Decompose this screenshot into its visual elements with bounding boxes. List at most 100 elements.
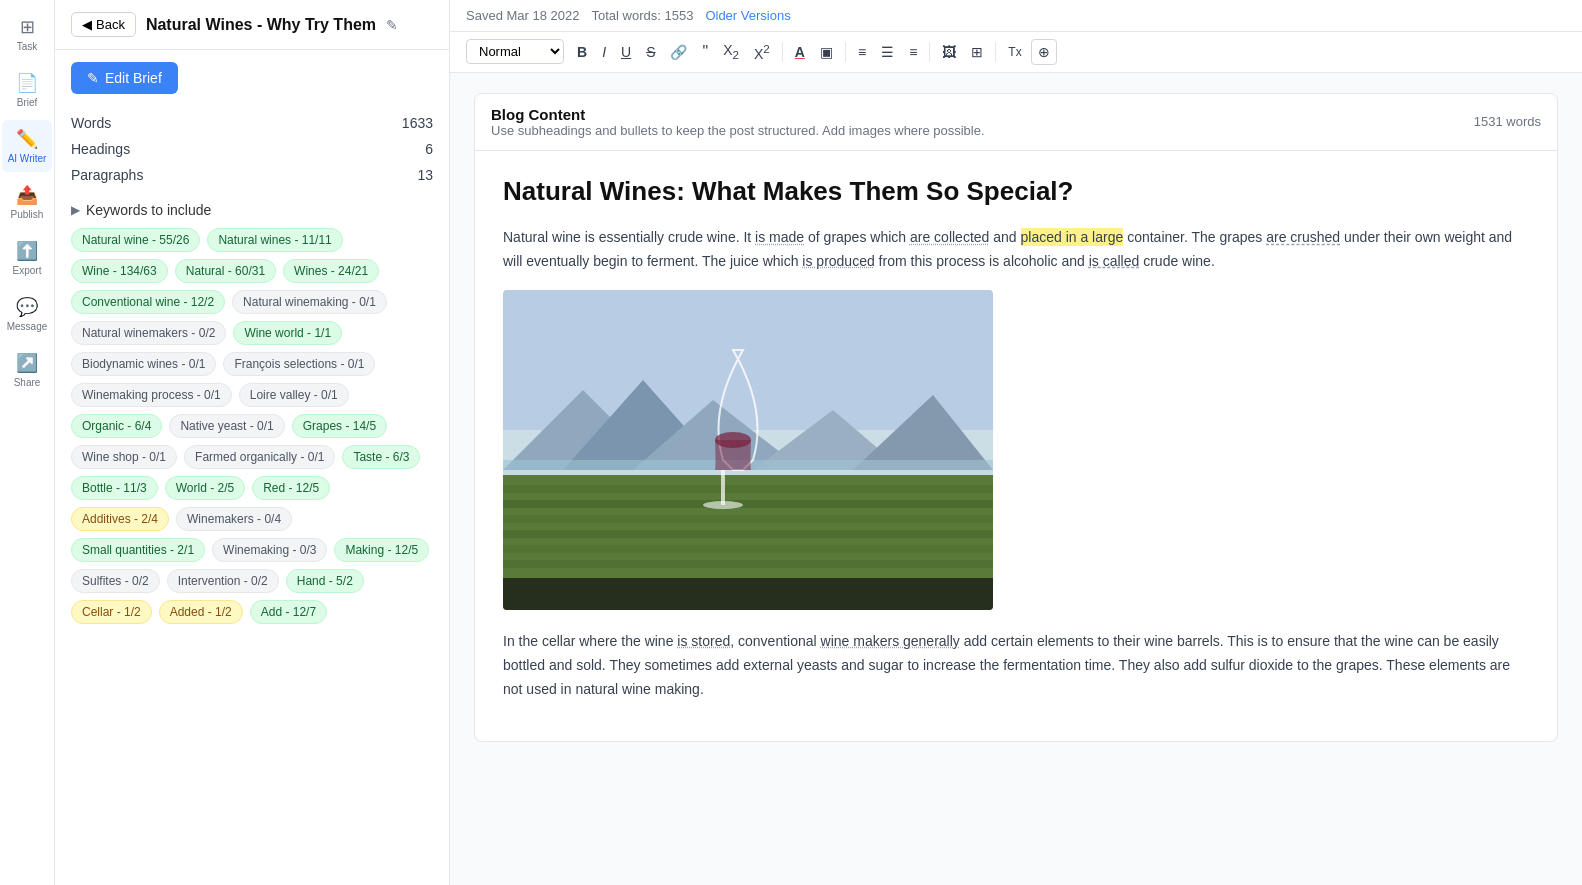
wine-makers-span: wine makers generally (821, 633, 960, 649)
keyword-tag: Added - 1/2 (159, 600, 243, 624)
keyword-tag: Red - 12/5 (252, 476, 330, 500)
saved-status: Saved Mar 18 2022 (466, 8, 579, 23)
format-select[interactable]: Normal Heading 1 Heading 2 Heading 3 (466, 39, 564, 64)
is-stored-span: is stored (677, 633, 730, 649)
keyword-tag: Taste - 6/3 (342, 445, 420, 469)
blog-word-count: 1531 words (1474, 114, 1541, 129)
keyword-tag: Natural winemakers - 0/2 (71, 321, 226, 345)
paragraphs-stat: Paragraphs 13 (71, 162, 433, 188)
older-versions-link[interactable]: Older Versions (705, 8, 790, 23)
keyword-tag: World - 2/5 (165, 476, 245, 500)
formatting-toolbar: Normal Heading 1 Heading 2 Heading 3 B I… (450, 32, 1582, 73)
align-button[interactable]: ≡ (903, 40, 923, 64)
blog-card-header: Blog Content Use subheadings and bullets… (475, 94, 1557, 151)
nav-task[interactable]: ⊞ Task (2, 8, 52, 60)
ordered-list-button[interactable]: ≡ (852, 40, 872, 64)
keyword-tag: Bottle - 11/3 (71, 476, 158, 500)
keyword-tag: Add - 12/7 (250, 600, 327, 624)
add-element-button[interactable]: ⊕ (1031, 39, 1057, 65)
nav-share[interactable]: ↗️ Share (2, 344, 52, 396)
unordered-list-button[interactable]: ☰ (875, 40, 900, 64)
svg-rect-10 (503, 500, 993, 508)
chevron-right-icon: ▶ (71, 203, 80, 217)
words-stat: Words 1633 (71, 110, 433, 136)
keyword-tag: Small quantities - 2/1 (71, 538, 205, 562)
strikethrough-button[interactable]: S (640, 40, 661, 64)
svg-rect-11 (503, 515, 993, 523)
keyword-tag: Natural winemaking - 0/1 (232, 290, 387, 314)
total-words-label: Total words: 1553 (591, 8, 693, 23)
publish-icon: 📤 (16, 184, 38, 206)
ai-writer-icon: ✏️ (16, 128, 38, 150)
keywords-grid: Natural wine - 55/26 Natural wines - 11/1… (71, 228, 433, 624)
toolbar-divider-4 (995, 42, 996, 62)
keywords-header[interactable]: ▶ Keywords to include (71, 202, 433, 218)
svg-rect-16 (721, 470, 725, 505)
placed-highlight-span: placed in a large (1021, 228, 1124, 246)
keyword-tag: Additives - 2/4 (71, 507, 169, 531)
export-icon: ⬆️ (16, 240, 38, 262)
quote-button[interactable]: " (696, 39, 714, 65)
keyword-tag: Natural wine - 55/26 (71, 228, 200, 252)
blog-card-hint: Use subheadings and bullets to keep the … (491, 123, 985, 138)
sidebar: ◀ Back Natural Wines - Why Try Them ✎ ✎ … (55, 0, 450, 885)
are-crushed-span: are crushed (1266, 229, 1340, 245)
nav-export[interactable]: ⬆️ Export (2, 232, 52, 284)
is-produced-span: is produced (802, 253, 874, 269)
blog-heading[interactable]: Natural Wines: What Makes Them So Specia… (503, 175, 1529, 209)
keyword-tag: Natural - 60/31 (175, 259, 276, 283)
back-button[interactable]: ◀ Back (71, 12, 136, 37)
superscript-button[interactable]: X2 (748, 38, 776, 66)
toolbar-divider-3 (929, 42, 930, 62)
keyword-tag: Intervention - 0/2 (167, 569, 279, 593)
toolbar-divider-2 (845, 42, 846, 62)
keyword-tag: Conventional wine - 12/2 (71, 290, 225, 314)
edit-brief-button[interactable]: ✎ Edit Brief (71, 62, 178, 94)
brief-icon: 📄 (16, 72, 38, 94)
svg-rect-14 (503, 560, 993, 568)
sidebar-header: ◀ Back Natural Wines - Why Try Them ✎ (55, 0, 449, 50)
svg-rect-18 (503, 578, 993, 610)
keyword-tag: Biodynamic wines - 0/1 (71, 352, 216, 376)
subscript-button[interactable]: X2 (717, 38, 745, 65)
keyword-tag: Wines - 24/21 (283, 259, 379, 283)
left-navigation: ⊞ Task 📄 Brief ✏️ AI Writer 📤 Publish ⬆️… (0, 0, 55, 885)
editor-body: Blog Content Use subheadings and bullets… (450, 73, 1582, 885)
keyword-tag: François selections - 0/1 (223, 352, 375, 376)
nav-publish[interactable]: 📤 Publish (2, 176, 52, 228)
wine-image-container (503, 290, 1529, 610)
link-button[interactable]: 🔗 (664, 40, 693, 64)
underline-button[interactable]: U (615, 40, 637, 64)
blog-paragraph-1[interactable]: Natural wine is essentially crude wine. … (503, 226, 1529, 274)
italic-button[interactable]: I (596, 40, 612, 64)
highlight-button[interactable]: ▣ (814, 40, 839, 64)
nav-brief[interactable]: 📄 Brief (2, 64, 52, 116)
blog-card-title: Blog Content (491, 106, 985, 123)
keyword-tag: Hand - 5/2 (286, 569, 364, 593)
blog-editor-area[interactable]: Natural Wines: What Makes Them So Specia… (475, 151, 1557, 742)
keyword-tag: Natural wines - 11/11 (207, 228, 342, 252)
message-icon: 💬 (16, 296, 38, 318)
image-button[interactable]: 🖼 (936, 40, 962, 64)
svg-rect-9 (503, 485, 993, 493)
toolbar-divider-1 (782, 42, 783, 62)
keyword-tag: Winemaking process - 0/1 (71, 383, 232, 407)
text-color-button[interactable]: A (789, 40, 811, 64)
bold-button[interactable]: B (571, 40, 593, 64)
headings-stat: Headings 6 (71, 136, 433, 162)
task-icon: ⊞ (20, 16, 35, 38)
keyword-tag: Winemakers - 0/4 (176, 507, 292, 531)
keyword-tag: Wine - 134/63 (71, 259, 168, 283)
svg-rect-12 (503, 530, 993, 538)
clear-format-button[interactable]: Tx (1002, 41, 1027, 63)
back-arrow-icon: ◀ (82, 17, 92, 32)
is-called-span: is called (1089, 253, 1140, 269)
are-collected-span: are collected (910, 229, 989, 245)
keyword-tag: Wine shop - 0/1 (71, 445, 177, 469)
nav-ai-writer[interactable]: ✏️ AI Writer (2, 120, 52, 172)
nav-message[interactable]: 💬 Message (2, 288, 52, 340)
blog-paragraph-2[interactable]: In the cellar where the wine is stored, … (503, 630, 1529, 701)
edit-title-icon[interactable]: ✎ (386, 17, 398, 33)
share-icon: ↗️ (16, 352, 38, 374)
table-button[interactable]: ⊞ (965, 40, 989, 64)
